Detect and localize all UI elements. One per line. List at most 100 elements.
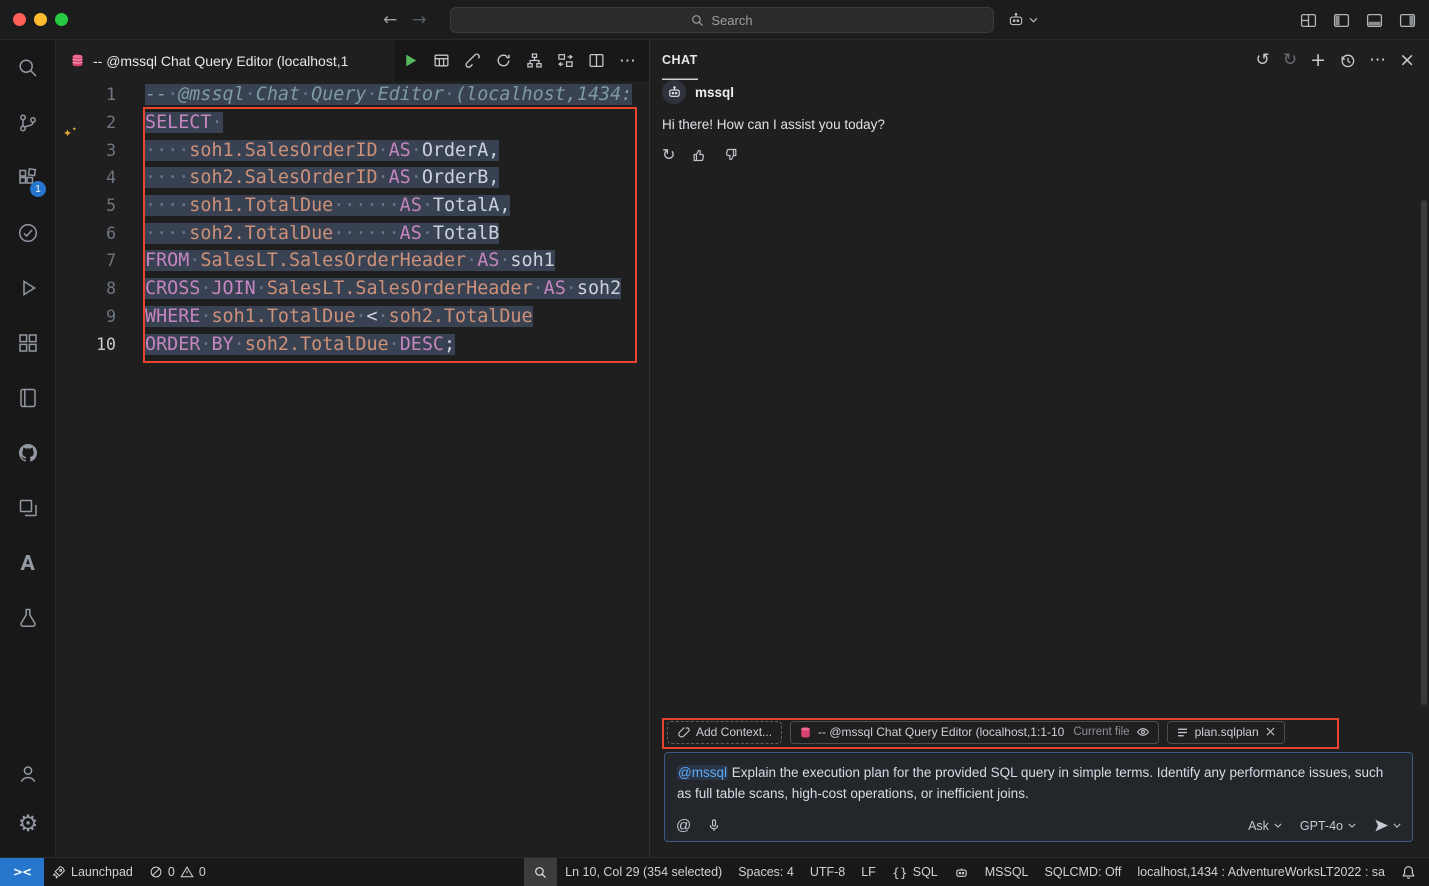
toggle-sidebar-right-icon[interactable] <box>1399 12 1416 29</box>
copilot-status-item[interactable] <box>946 858 977 886</box>
close-window-button[interactable] <box>13 13 26 26</box>
run-query-button[interactable] <box>402 52 419 69</box>
extensions-badge: 1 <box>30 181 46 197</box>
chat-history-icon[interactable] <box>1339 52 1356 69</box>
launchpad-label: Launchpad <box>71 865 133 879</box>
send-button[interactable] <box>1374 818 1401 833</box>
test-explorer-activity-button[interactable] <box>0 205 56 260</box>
estimated-plan-icon[interactable] <box>526 52 543 69</box>
more-actions-icon[interactable]: ⋯ <box>619 51 636 71</box>
encoding-item[interactable]: UTF-8 <box>802 858 853 886</box>
copilot-icon <box>954 865 969 880</box>
search-activity-button[interactable] <box>0 40 56 95</box>
undo-chat-icon[interactable]: ↺ <box>1256 52 1270 69</box>
context-pill-sqlplan[interactable]: plan.sqlplan × <box>1167 721 1286 744</box>
mssql-mention-chip[interactable]: @mssql <box>677 765 728 780</box>
customize-layout-icon[interactable] <box>1300 12 1317 29</box>
code-editor[interactable]: ✦✦ 1--·@mssql·Chat·Query·Editor·(localho… <box>56 81 649 857</box>
thumbs-down-icon[interactable] <box>723 147 739 163</box>
rocket-icon <box>52 865 66 879</box>
forward-icon[interactable]: → <box>412 10 426 30</box>
language-mode-item[interactable]: {} SQL <box>884 858 946 886</box>
object-explorer-activity-button[interactable] <box>0 315 56 370</box>
line-number[interactable]: 5 <box>56 196 116 215</box>
search-icon <box>16 56 40 80</box>
code-line[interactable]: 1--·@mssql·Chat·Query·Editor·(localhost,… <box>56 81 649 109</box>
new-chat-icon[interactable]: + <box>1310 51 1326 70</box>
code-line[interactable]: 6····soh2.TotalDue······AS·TotalB <box>56 219 649 247</box>
mssql-status-item[interactable]: MSSQL <box>977 858 1037 886</box>
code-line[interactable]: 2SELECT· <box>56 109 649 137</box>
chat-input-box[interactable]: @mssql Explain the execution plan for th… <box>664 752 1413 842</box>
chat-scrollbar[interactable] <box>1421 200 1427 705</box>
grid-boxes-icon <box>16 331 40 355</box>
chat-input-text[interactable]: @mssql Explain the execution plan for th… <box>677 762 1400 804</box>
editor-tab-mssql-chat-query[interactable]: -- @mssql Chat Query Editor (localhost,1 <box>56 40 394 81</box>
code-line[interactable]: 5····soh1.TotalDue······AS·TotalA, <box>56 192 649 220</box>
code-line[interactable]: 7FROM·SalesLT.SalesOrderHeader·AS·soh1 <box>56 247 649 275</box>
redo-chat-icon[interactable]: ↻ <box>1283 52 1297 69</box>
rerun-message-icon[interactable]: ↻ <box>662 145 675 164</box>
azure-activity-button[interactable] <box>0 535 56 590</box>
indentation-item[interactable]: Spaces: 4 <box>730 858 802 886</box>
database-projects-activity-button[interactable] <box>0 590 56 645</box>
cursor-position-item[interactable]: Ln 10, Col 29 (354 selected) <box>557 858 730 886</box>
line-number[interactable]: 10 <box>56 335 116 354</box>
code-line[interactable]: 9WHERE·soh1.TotalDue·<·soh2.TotalDue <box>56 303 649 331</box>
zoom-status-item[interactable] <box>524 858 557 886</box>
connection-status-item[interactable]: localhost,1434 : AdventureWorksLT2022 : … <box>1129 858 1393 886</box>
split-editor-icon[interactable] <box>588 52 605 69</box>
chat-more-icon[interactable]: ⋯ <box>1369 52 1386 69</box>
run-debug-activity-button[interactable] <box>0 260 56 315</box>
close-chat-icon[interactable]: × <box>1399 51 1415 70</box>
line-number[interactable]: 1 <box>56 85 116 104</box>
code-line[interactable]: 3····soh1.SalesOrderID·AS·OrderA, <box>56 136 649 164</box>
line-number[interactable]: 4 <box>56 168 116 187</box>
copilot-menu-button[interactable] <box>1007 0 1038 40</box>
problems-status-item[interactable]: 0 0 <box>141 858 214 886</box>
run-debug-icon <box>16 276 40 300</box>
code-line[interactable]: 10ORDER·BY·soh2.TotalDue·DESC; <box>56 330 649 358</box>
line-number[interactable]: 6 <box>56 224 116 243</box>
schema-compare-icon[interactable] <box>557 52 574 69</box>
notifications-bell[interactable] <box>1393 858 1429 886</box>
remote-explorer-activity-button[interactable] <box>0 480 56 535</box>
mention-icon[interactable]: @ <box>676 817 691 834</box>
line-number[interactable]: 7 <box>56 251 116 270</box>
minimize-window-button[interactable] <box>34 13 47 26</box>
source-control-activity-button[interactable] <box>0 95 56 150</box>
notebooks-activity-button[interactable] <box>0 370 56 425</box>
code-line[interactable]: 8CROSS·JOIN·SalesLT.SalesOrderHeader·AS·… <box>56 275 649 303</box>
book-icon <box>16 386 40 410</box>
toggle-sidebar-left-icon[interactable] <box>1333 12 1350 29</box>
model-dropdown[interactable]: GPT-4o <box>1300 819 1356 833</box>
zoom-window-button[interactable] <box>55 13 68 26</box>
accounts-button[interactable] <box>0 749 56 799</box>
mic-icon[interactable] <box>707 818 721 833</box>
connect-icon[interactable] <box>464 52 481 69</box>
launchpad-status-item[interactable]: Launchpad <box>44 858 141 886</box>
back-icon[interactable]: ← <box>383 10 397 30</box>
line-number[interactable]: 9 <box>56 307 116 326</box>
settings-button[interactable]: ⚙ <box>0 799 56 849</box>
extensions-activity-button[interactable]: 1 <box>0 150 56 205</box>
remote-indicator[interactable]: >< <box>0 858 44 886</box>
line-number[interactable]: 3 <box>56 141 116 160</box>
toggle-panel-icon[interactable] <box>1366 12 1383 29</box>
chat-panel-title[interactable]: CHAT <box>662 40 698 80</box>
command-center-search[interactable]: Search <box>450 7 994 33</box>
thumbs-up-icon[interactable] <box>691 147 707 163</box>
add-context-button[interactable]: Add Context... <box>667 721 782 744</box>
sqlcmd-status-item[interactable]: SQLCMD: Off <box>1037 858 1130 886</box>
copilot-sparkle-icon[interactable]: ✦✦ <box>63 125 77 140</box>
eol-item[interactable]: LF <box>853 858 884 886</box>
results-grid-icon[interactable] <box>433 52 450 69</box>
change-connection-icon[interactable] <box>495 52 512 69</box>
code-line[interactable]: 4····soh2.SalesOrderID·AS·OrderB, <box>56 164 649 192</box>
remove-context-icon[interactable]: × <box>1265 724 1277 740</box>
line-number[interactable]: 8 <box>56 279 116 298</box>
ask-mode-dropdown[interactable]: Ask <box>1248 819 1282 833</box>
context-pill-current-file[interactable]: -- @mssql Chat Query Editor (localhost,1… <box>790 721 1159 744</box>
github-activity-button[interactable] <box>0 425 56 480</box>
eye-icon[interactable] <box>1136 725 1150 739</box>
